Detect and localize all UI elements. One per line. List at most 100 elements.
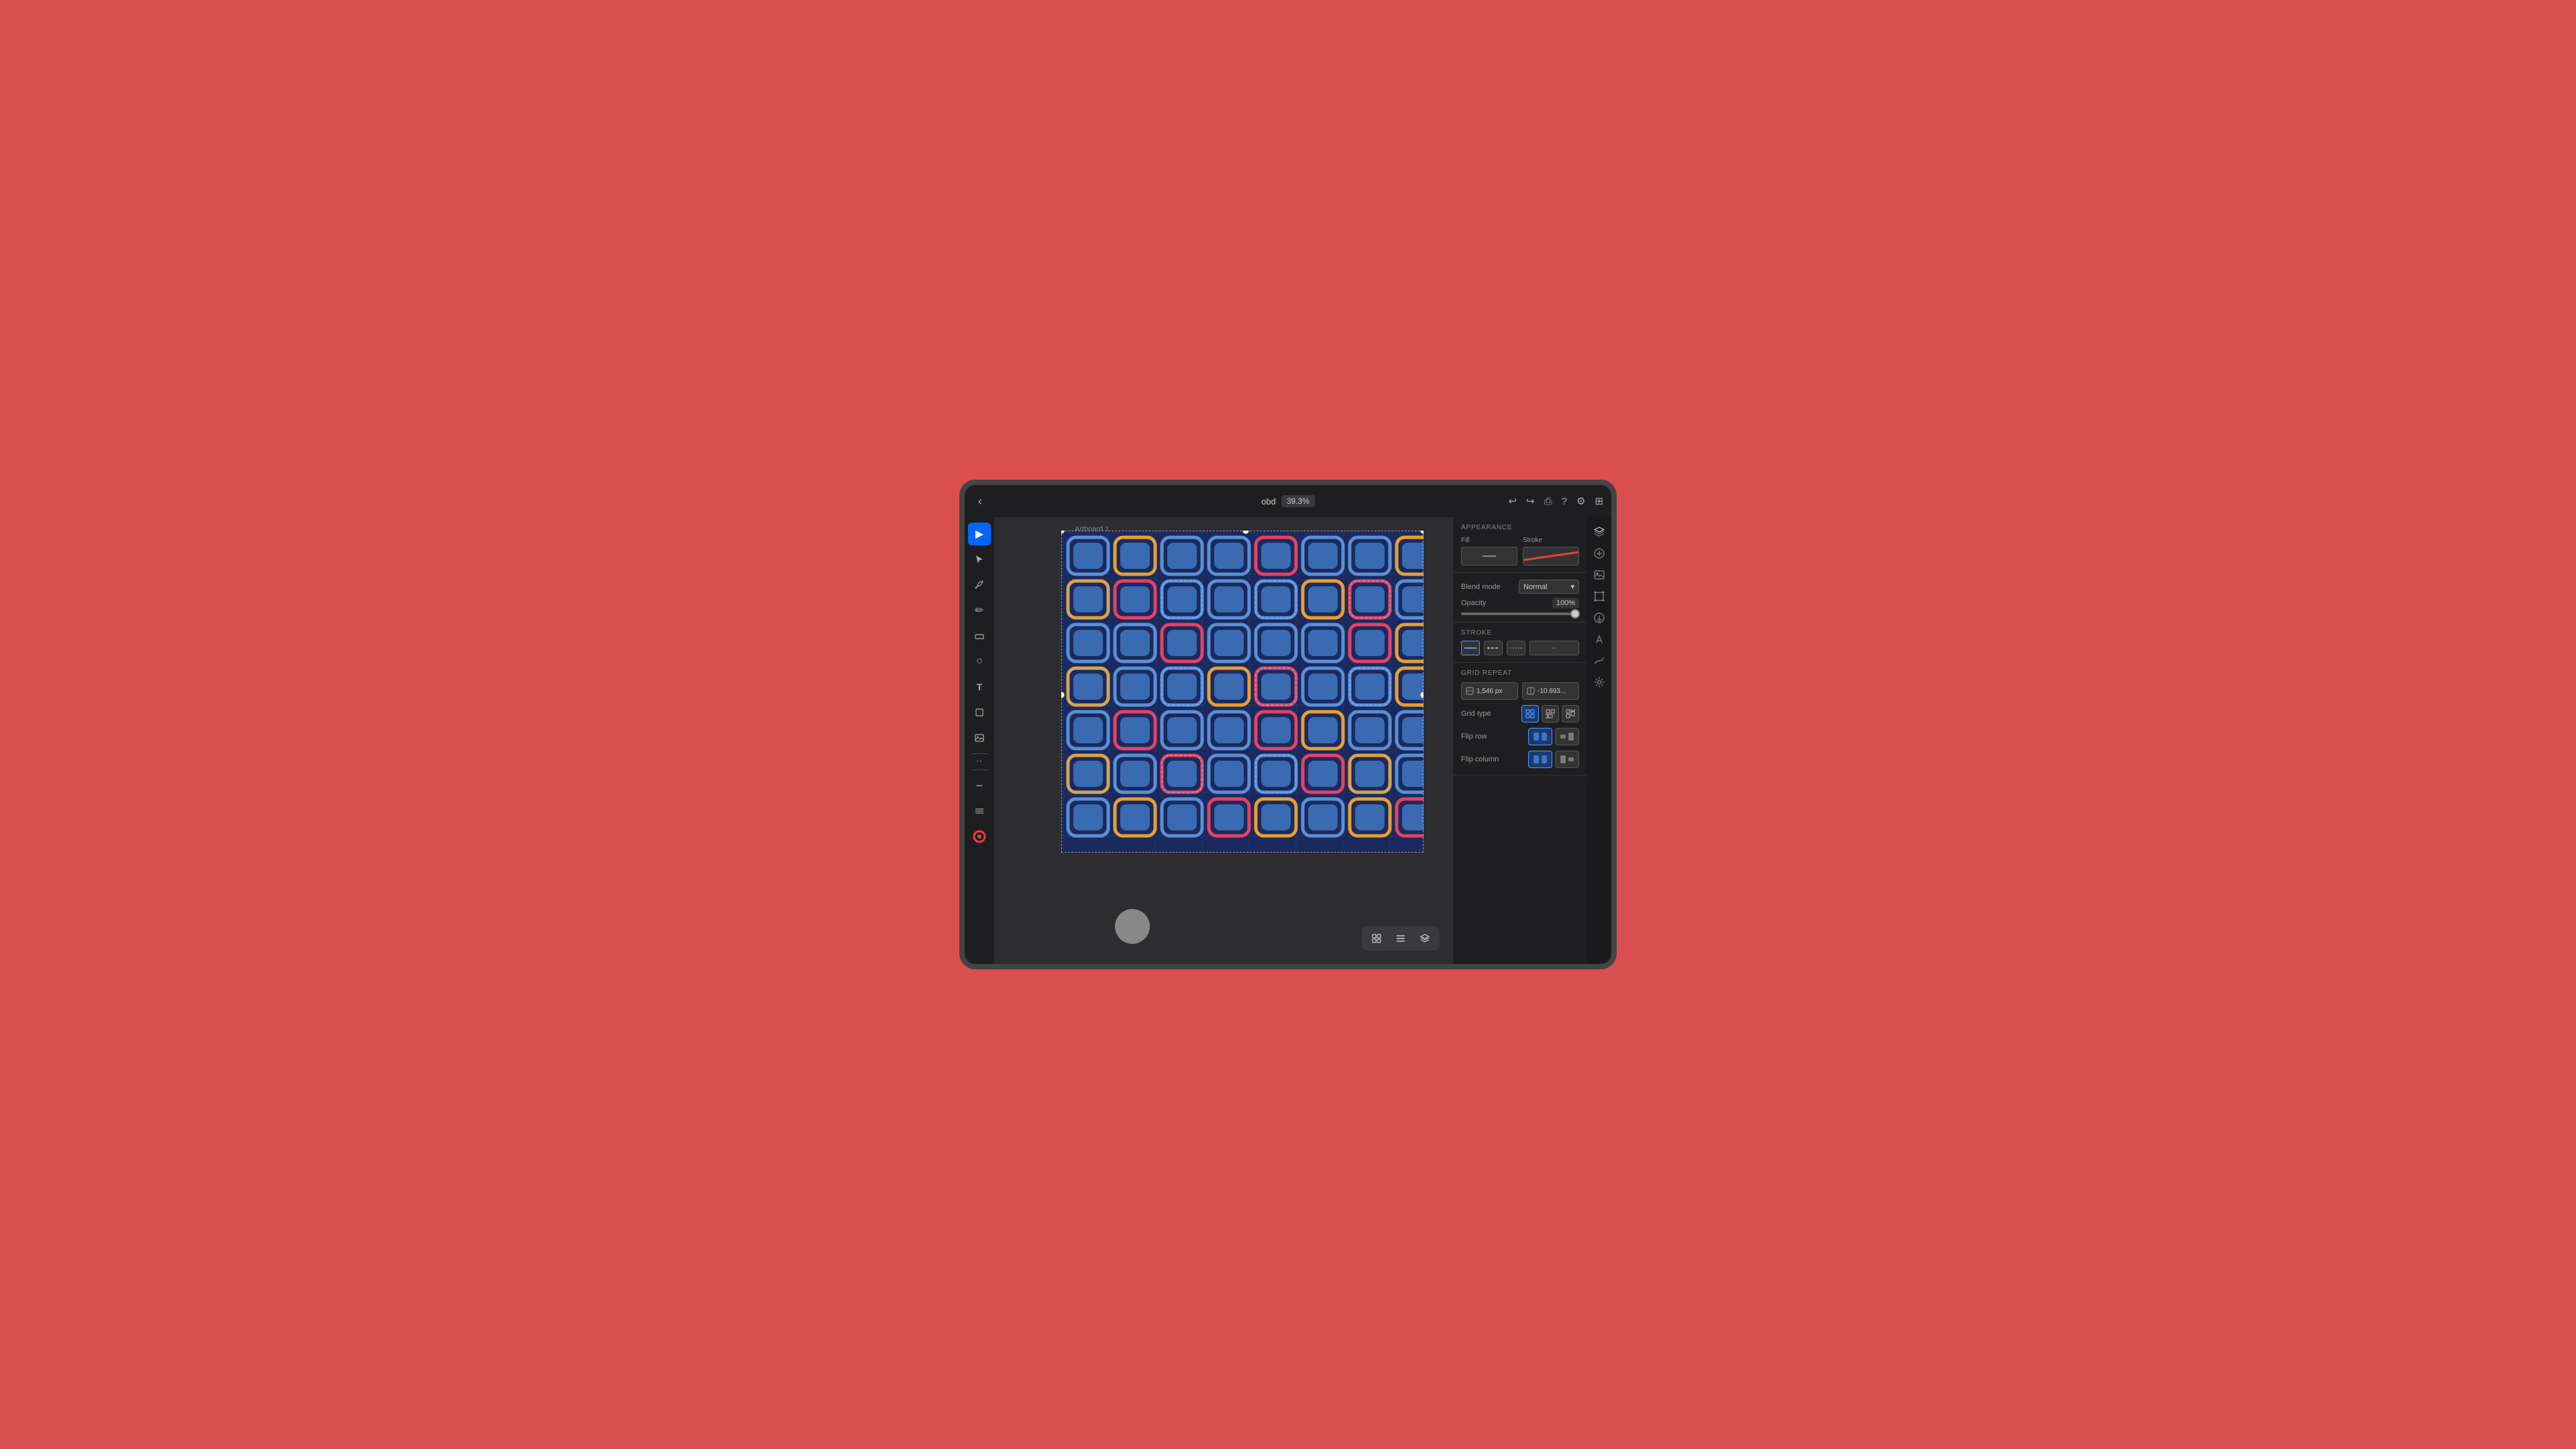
crop-tool[interactable] — [968, 701, 991, 724]
rail-character-icon[interactable] — [1590, 630, 1609, 649]
pattern-background — [1061, 531, 1424, 853]
float-button[interactable] — [1115, 909, 1150, 944]
eraser-tool[interactable] — [968, 625, 991, 647]
flip-col-flip-btn[interactable] — [1555, 751, 1579, 768]
flip-row-row: Flip row — [1461, 728, 1579, 745]
top-bar-center: obd 39.3% — [1261, 495, 1315, 507]
tool-separator-1 — [971, 753, 987, 754]
document-title: obd — [1261, 496, 1276, 506]
stroke-dotted-btn[interactable] — [1507, 641, 1525, 655]
text-tool[interactable]: T — [968, 676, 991, 698]
grid-type-label: Grid type — [1461, 710, 1521, 718]
stroke-dashed-btn[interactable] — [1484, 641, 1503, 655]
fill-stroke-row: Fill Stroke — [1461, 537, 1579, 566]
handle-mid-right[interactable] — [1420, 692, 1424, 698]
opacity-row: Opacity 100% — [1461, 598, 1579, 608]
fill-swatch[interactable] — [1461, 547, 1517, 566]
fill-swatch-inner — [1483, 555, 1496, 557]
grid-x-value: 1,546 px — [1477, 688, 1502, 695]
flip-col-normal-btn[interactable] — [1528, 751, 1552, 768]
help-icon[interactable]: ? — [1562, 496, 1567, 507]
grid-repeat-row: 1,546 px -10.693... — [1461, 682, 1579, 700]
blend-mode-value: Normal — [1523, 583, 1547, 591]
rail-layers-icon[interactable] — [1590, 523, 1609, 541]
zoom-level[interactable]: 39.3% — [1281, 495, 1315, 507]
grid-type-grid-btn[interactable] — [1521, 705, 1539, 722]
direct-select-tool[interactable] — [968, 548, 991, 571]
artboard — [1061, 531, 1424, 853]
rail-transform-icon[interactable] — [1590, 587, 1609, 606]
canvas-area[interactable]: Artboard 1 — [994, 517, 1453, 964]
rail-export-icon[interactable] — [1590, 608, 1609, 627]
back-button[interactable]: ‹ — [973, 492, 987, 511]
stroke-color-tool[interactable] — [968, 825, 991, 848]
flip-column-label: Flip column — [1461, 755, 1528, 763]
flip-row-buttons — [1528, 728, 1579, 745]
rail-curve-icon[interactable] — [1590, 651, 1609, 670]
stroke-solid-btn[interactable] — [1461, 641, 1480, 655]
grid-y-value: -10.693... — [1538, 688, 1566, 695]
mini-list-icon[interactable] — [1391, 929, 1410, 948]
flip-row-normal-btn[interactable] — [1528, 728, 1552, 745]
image-tool[interactable] — [968, 727, 991, 749]
flip-column-row: Flip column — [1461, 751, 1579, 768]
pen-tool[interactable] — [968, 574, 991, 596]
minus-tool[interactable]: − — [968, 774, 991, 797]
grid-repeat-section: GRID REPEAT 1,546 px - — [1453, 663, 1587, 775]
opacity-value[interactable]: 100% — [1552, 598, 1579, 608]
stroke-width-value: -- — [1552, 644, 1556, 652]
align-tool[interactable] — [968, 800, 991, 822]
flip-row-flip-btn[interactable] — [1555, 728, 1579, 745]
layers-icon[interactable]: ⊞ — [1595, 495, 1603, 507]
stroke-section-title: STROKE — [1461, 629, 1579, 637]
appearance-title: APPEARANCE — [1461, 524, 1579, 531]
settings-icon[interactable]: ⚙ — [1576, 495, 1585, 507]
left-toolbar: ▶ ✏ ○ T — [965, 517, 994, 964]
select-tool[interactable]: ▶ — [968, 523, 991, 545]
pattern-svg — [1061, 531, 1424, 853]
fill-label: Fill — [1461, 537, 1517, 544]
stroke-swatch[interactable] — [1523, 547, 1579, 566]
tool-separator-2 — [971, 769, 987, 770]
appearance-section: APPEARANCE Fill Stroke — [1453, 517, 1587, 573]
stroke-section: STROKE -- — [1453, 623, 1587, 663]
opacity-slider-fill — [1461, 612, 1579, 615]
redo-icon[interactable]: ↪ — [1526, 495, 1535, 507]
grid-type-row: Grid type — [1461, 705, 1579, 722]
blend-mode-chevron: ▾ — [1570, 582, 1574, 591]
grid-type-brick-row-btn[interactable] — [1542, 705, 1559, 722]
blend-mode-select[interactable]: Normal ▾ — [1519, 580, 1579, 594]
opacity-label: Opacity — [1461, 599, 1552, 607]
flip-column-buttons — [1528, 751, 1579, 768]
stroke-width-field[interactable]: -- — [1529, 641, 1579, 655]
stroke-style-row: -- — [1461, 641, 1579, 655]
main-area: ▶ ✏ ○ T — [965, 517, 1611, 964]
top-bar-right: ↩ ↪ ⎙ ? ⚙ ⊞ — [1508, 495, 1603, 507]
right-panel: APPEARANCE Fill Stroke — [1453, 517, 1587, 964]
grid-y-field[interactable]: -10.693... — [1522, 682, 1579, 700]
grid-repeat-title: GRID REPEAT — [1461, 669, 1579, 677]
top-bar: ‹ obd 39.3% ↩ ↪ ⎙ ? ⚙ ⊞ — [965, 485, 1611, 517]
rail-style-icon[interactable] — [1590, 544, 1609, 563]
grid-type-buttons — [1521, 705, 1579, 722]
tool-dots: •• — [976, 758, 982, 765]
rail-image-icon[interactable] — [1590, 566, 1609, 584]
share-icon[interactable]: ⎙ — [1544, 496, 1552, 507]
blend-row: Blend mode Normal ▾ — [1461, 580, 1579, 594]
stroke-swatch-line — [1523, 551, 1578, 561]
undo-icon[interactable]: ↩ — [1508, 495, 1517, 507]
grid-x-field[interactable]: 1,546 px — [1461, 682, 1518, 700]
pencil-tool[interactable]: ✏ — [968, 599, 991, 622]
blend-mode-label: Blend mode — [1461, 583, 1519, 591]
shape-tool[interactable]: ○ — [968, 650, 991, 673]
fill-box: Fill — [1461, 537, 1517, 566]
rail-settings-icon[interactable] — [1590, 673, 1609, 692]
opacity-slider-thumb[interactable] — [1570, 609, 1580, 619]
grid-type-brick-col-btn[interactable] — [1562, 705, 1579, 722]
mini-layers-icon[interactable] — [1415, 929, 1434, 948]
blend-opacity-section: Blend mode Normal ▾ Opacity 100% — [1453, 573, 1587, 623]
bottom-mini-toolbar — [1362, 926, 1440, 951]
opacity-slider-track[interactable] — [1461, 612, 1579, 615]
mini-grid-icon[interactable] — [1367, 929, 1386, 948]
right-icon-rail — [1587, 517, 1611, 964]
